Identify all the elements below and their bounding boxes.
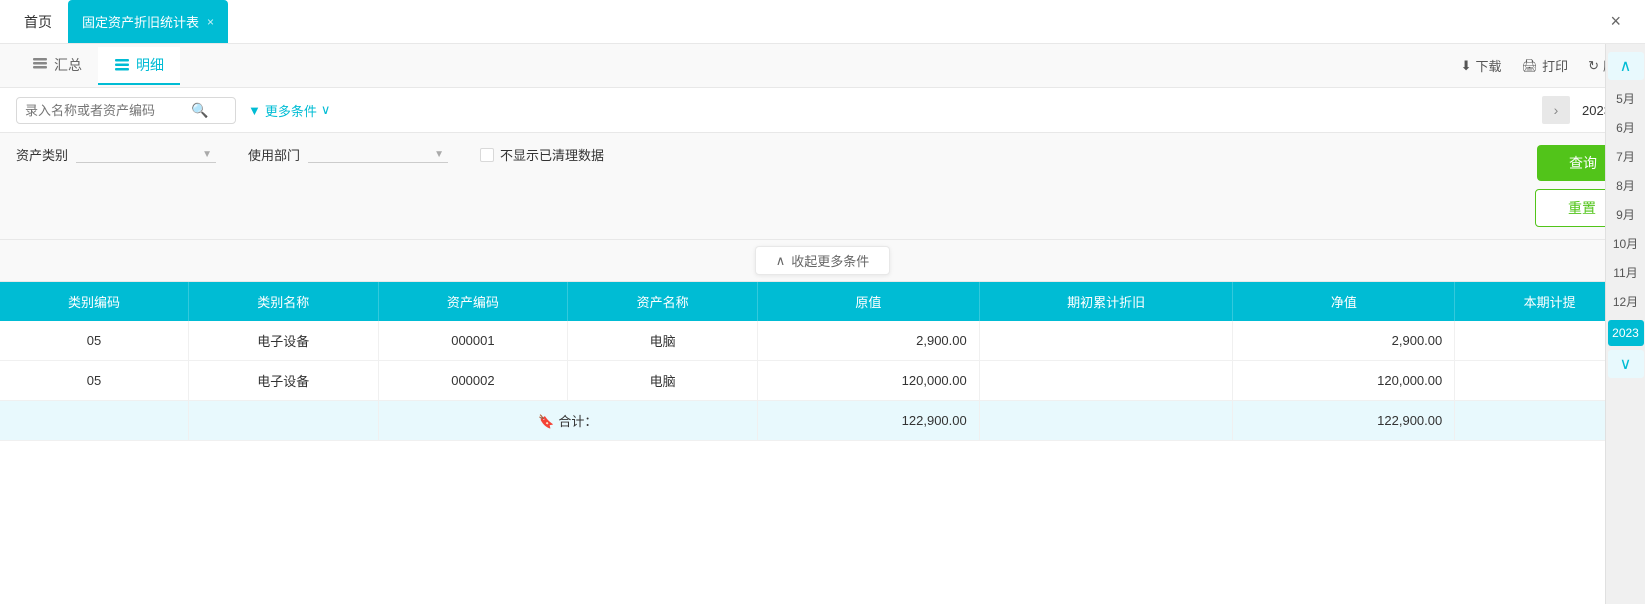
filter-asset-category: 资产类别 ▼ [16,145,216,164]
more-conditions-button[interactable]: ▼ 更多条件 ∨ [248,101,330,120]
download-icon: ⬇ [1461,58,1472,74]
active-tab[interactable]: 固定资产折旧统计表 × [68,0,228,43]
hide-cleared-label: 不显示已清理数据 [500,145,604,164]
department-label: 使用部门 [248,145,300,164]
tab-title: 固定资产折旧统计表 [82,12,199,31]
table-row: 05 电子设备 000002 电脑 120,000.00 120,000.00 [0,361,1645,401]
cell-accumulated-depreciation [979,361,1233,401]
cell-category-code: 05 [0,321,188,361]
cell-category-name: 电子设备 [188,321,378,361]
sidebar-year[interactable]: 2023 [1608,320,1644,346]
col-net-value: 净值 [1233,282,1455,321]
cell-accumulated-depreciation [979,321,1233,361]
sidebar-month-item[interactable]: 10月 [1608,229,1644,258]
summary-label: 🔖合计： [378,401,757,441]
summary-original-value: 122,900.00 [757,401,979,441]
print-label: 打印 [1542,56,1568,75]
table-row: 05 电子设备 000001 电脑 2,900.00 2,900.00 [0,321,1645,361]
print-icon: 🖨 [1522,58,1539,74]
col-category-code: 类别编码 [0,282,188,321]
sidebar-nav-up[interactable]: ∧ [1608,52,1644,80]
col-original-value: 原值 [757,282,979,321]
sidebar-month-item[interactable]: 5月 [1608,84,1644,113]
cell-original-value: 120,000.00 [757,361,979,401]
hide-cleared-checkbox[interactable]: 不显示已清理数据 [480,145,604,164]
detail-icon [114,57,130,73]
more-conditions-label: 更多条件 [265,101,317,120]
asset-category-select[interactable]: ▼ [76,147,216,163]
cell-net-value: 120,000.00 [1233,361,1455,401]
checkbox-box [480,148,494,162]
search-input-wrap[interactable]: 🔍 [16,97,236,124]
tab-summary[interactable]: 汇总 [16,47,98,85]
cell-category-name: 电子设备 [188,361,378,401]
tab-detail-label: 明细 [136,55,164,75]
sidebar-month-item[interactable]: 12月 [1608,287,1644,316]
table-body: 05 电子设备 000001 电脑 2,900.00 2,900.00 05 电… [0,321,1645,441]
cell-net-value: 2,900.00 [1233,321,1455,361]
filter-department: 使用部门 ▼ [248,145,448,164]
main-content: 汇总 明细 ⬇ 下载 🖨 打印 ↻ 刷新 [0,44,1645,604]
table-header-row: 类别编码 类别名称 资产编码 资产名称 原值 期初累计折旧 净值 本期计提 [0,282,1645,321]
collapse-label: 收起更多条件 [791,251,869,270]
download-label: 下载 [1476,56,1502,75]
summary-empty-2 [188,401,378,441]
close-tab-button[interactable]: × [207,15,214,29]
summary-empty-1 [0,401,188,441]
right-sidebar: ∧ 5月6月7月8月9月10月11月12月 2023 ∨ [1605,44,1645,604]
sidebar-months: 5月6月7月8月9月10月11月12月 [1608,84,1644,316]
cell-original-value: 2,900.00 [757,321,979,361]
search-icon: 🔍 [191,102,208,119]
filter-icon: ▼ [248,103,261,118]
print-button[interactable]: 🖨 打印 [1522,56,1569,75]
search-input[interactable] [25,103,185,118]
tab-summary-label: 汇总 [54,55,82,75]
cell-asset-name: 电脑 [568,321,758,361]
collapse-button[interactable]: ∧ 收起更多条件 [755,246,891,275]
panel-toggle-button[interactable]: › [1542,96,1570,124]
cell-asset-name: 电脑 [568,361,758,401]
col-accumulated-depreciation: 期初累计折旧 [979,282,1233,321]
close-window-button[interactable]: × [1602,11,1629,32]
toolbar-right: ⬇ 下载 🖨 打印 ↻ 刷新 [1461,56,1629,75]
chevron-down-icon: ∨ [321,102,331,118]
sidebar-month-item[interactable]: 6月 [1608,113,1644,142]
layers-icon [32,57,48,73]
download-button[interactable]: ⬇ 下载 [1461,56,1502,75]
top-nav: 首页 固定资产折旧统计表 × × [0,0,1645,44]
sidebar-month-item[interactable]: 7月 [1608,142,1644,171]
summary-icon: 🔖 [538,414,554,429]
col-asset-code: 资产编码 [378,282,568,321]
department-select[interactable]: ▼ [308,147,448,163]
tab-detail[interactable]: 明细 [98,47,180,85]
asset-category-label: 资产类别 [16,145,68,164]
filter-row-1: 资产类别 ▼ 使用部门 ▼ [16,145,1519,164]
cell-category-code: 05 [0,361,188,401]
refresh-icon: ↻ [1588,58,1599,74]
year-label: 2023 [1612,326,1639,340]
sidebar-month-item[interactable]: 9月 [1608,200,1644,229]
cell-asset-code: 000001 [378,321,568,361]
search-bar: 🔍 ▼ 更多条件 ∨ › 2023.01 [0,88,1645,133]
tabs-row: 汇总 明细 ⬇ 下载 🖨 打印 ↻ 刷新 [0,44,1645,88]
home-link[interactable]: 首页 [16,12,60,32]
data-table: 类别编码 类别名称 资产编码 资产名称 原值 期初累计折旧 净值 本期计提 05… [0,282,1645,604]
summary-row: 🔖合计： 122,900.00 122,900.00 [0,401,1645,441]
department-arrow-icon: ▼ [434,149,444,160]
collapse-bar: ∧ 收起更多条件 [0,240,1645,282]
col-asset-name: 资产名称 [568,282,758,321]
sidebar-nav-down[interactable]: ∨ [1608,350,1644,378]
collapse-icon: ∧ [776,253,786,269]
filter-area: 资产类别 ▼ 使用部门 ▼ [0,133,1645,240]
fixed-assets-table: 类别编码 类别名称 资产编码 资产名称 原值 期初累计折旧 净值 本期计提 05… [0,282,1645,441]
sidebar-month-item[interactable]: 11月 [1608,258,1644,287]
cell-asset-code: 000002 [378,361,568,401]
asset-category-arrow-icon: ▼ [202,149,212,160]
summary-accumulated [979,401,1233,441]
sidebar-month-item[interactable]: 8月 [1608,171,1644,200]
col-category-name: 类别名称 [188,282,378,321]
summary-net-value: 122,900.00 [1233,401,1455,441]
